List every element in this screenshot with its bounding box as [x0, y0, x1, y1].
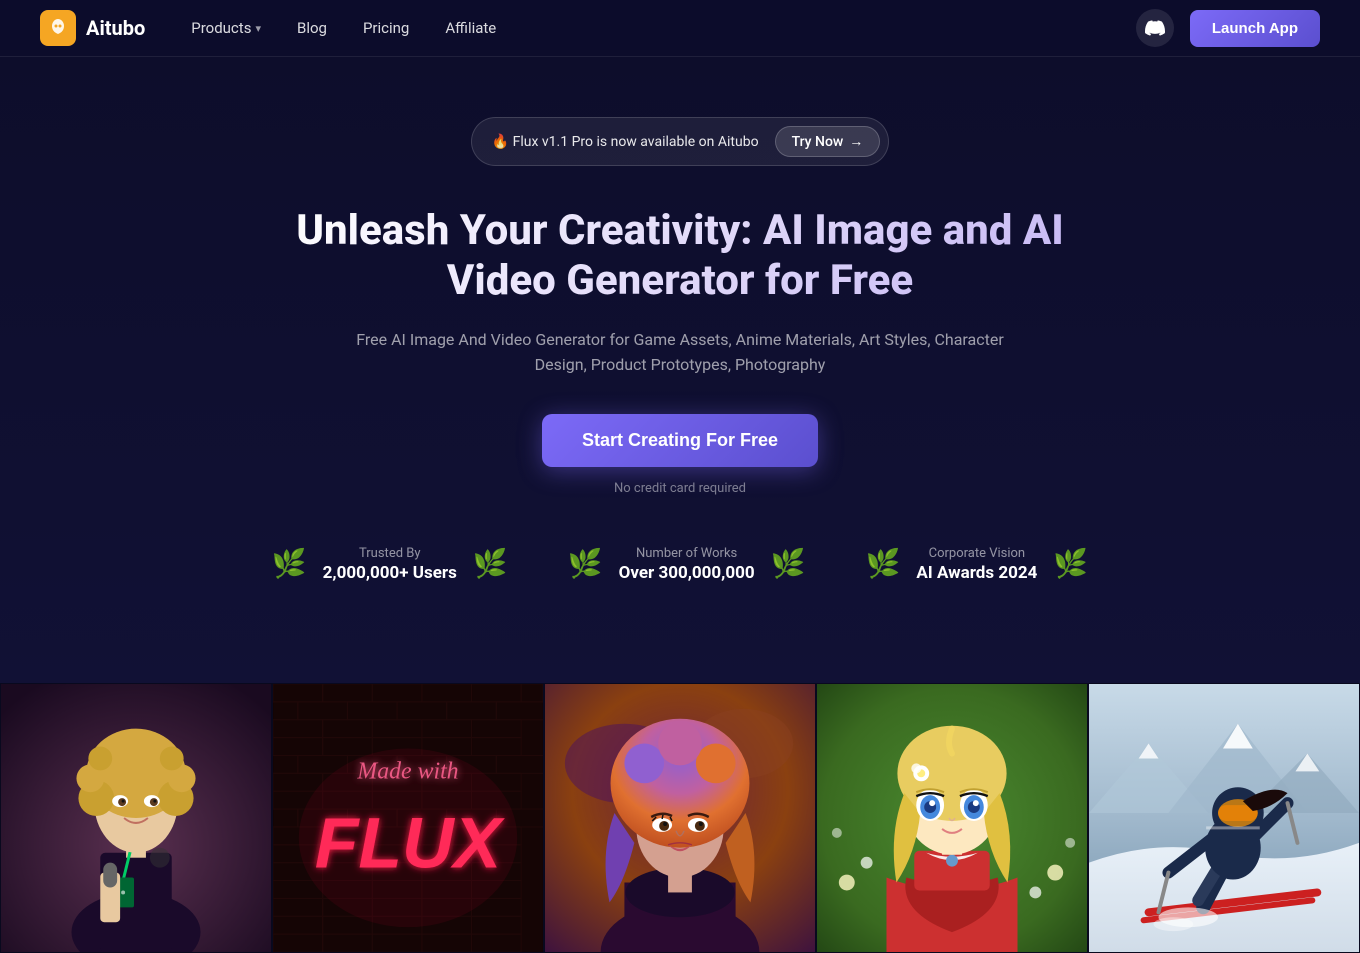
- nav-left: Aitubo Products ▾ Blog Pricing Affiliate: [40, 10, 510, 46]
- stats-row: 🌿 Trusted By 2,000,000+ Users 🌿 🌿 Number…: [272, 546, 1088, 583]
- gallery-item-woman[interactable]: [0, 683, 272, 953]
- navigation: Aitubo Products ▾ Blog Pricing Affiliate: [0, 0, 1360, 57]
- nav-link-pricing[interactable]: Pricing: [349, 11, 423, 45]
- laurel-left-award: 🌿: [866, 550, 901, 578]
- gallery-item-flux[interactable]: Made with FLUX FLUX: [272, 683, 544, 953]
- stat-award: 🌿 Corporate Vision AI Awards 2024 🌿: [866, 546, 1089, 583]
- gallery-item-skier[interactable]: [1088, 683, 1360, 953]
- try-now-button[interactable]: Try Now →: [775, 126, 881, 157]
- gallery-art-skier: [1089, 684, 1359, 952]
- gallery-art-anime: [817, 684, 1087, 952]
- announcement-text: 🔥 Flux v1.1 Pro is now available on Aitu…: [492, 134, 759, 150]
- announcement-bar[interactable]: 🔥 Flux v1.1 Pro is now available on Aitu…: [471, 117, 890, 166]
- arrow-right-icon: →: [849, 133, 863, 150]
- gallery-wrapper: Made with FLUX FLUX: [0, 683, 1360, 953]
- discord-button[interactable]: [1136, 9, 1174, 47]
- gallery-row: Made with FLUX FLUX: [0, 683, 1360, 953]
- logo-link[interactable]: Aitubo: [40, 10, 145, 46]
- logo-icon: [40, 10, 76, 46]
- cta-button[interactable]: Start Creating For Free: [542, 414, 818, 467]
- discord-icon: [1145, 18, 1165, 38]
- laurel-left-works: 🌿: [568, 550, 603, 578]
- nav-link-products[interactable]: Products ▾: [177, 11, 275, 45]
- laurel-right-trusted: 🌿: [473, 550, 508, 578]
- laurel-right-works: 🌿: [771, 550, 806, 578]
- laurel-right-award: 🌿: [1053, 550, 1088, 578]
- gallery-art-colorful-hair: [545, 684, 815, 952]
- gallery-item-colorful-hair[interactable]: [544, 683, 816, 953]
- no-credit-text: No credit card required: [614, 481, 746, 496]
- stat-works: 🌿 Number of Works Over 300,000,000 🌿: [568, 546, 806, 583]
- chevron-down-icon: ▾: [255, 22, 261, 35]
- gallery-item-anime[interactable]: [816, 683, 1088, 953]
- laurel-left-trusted: 🌿: [272, 550, 307, 578]
- launch-app-button[interactable]: Launch App: [1190, 10, 1320, 47]
- hero-title: Unleash Your Creativity: AI Image and AI…: [280, 206, 1080, 307]
- nav-link-affiliate[interactable]: Affiliate: [431, 11, 510, 45]
- gallery-art-flux: Made with FLUX FLUX: [273, 684, 543, 952]
- nav-links: Products ▾ Blog Pricing Affiliate: [177, 11, 510, 45]
- stat-trusted: 🌿 Trusted By 2,000,000+ Users 🌿: [272, 546, 508, 583]
- hero-subtitle: Free AI Image And Video Generator for Ga…: [340, 327, 1020, 378]
- nav-right: Launch App: [1136, 9, 1320, 47]
- nav-link-blog[interactable]: Blog: [283, 11, 341, 45]
- gallery-art-woman: [1, 684, 271, 952]
- svg-text:Made with: Made with: [356, 758, 458, 784]
- brand-name: Aitubo: [86, 16, 145, 40]
- svg-text:FLUX: FLUX: [315, 804, 506, 884]
- hero-section: 🔥 Flux v1.1 Pro is now available on Aitu…: [0, 57, 1360, 683]
